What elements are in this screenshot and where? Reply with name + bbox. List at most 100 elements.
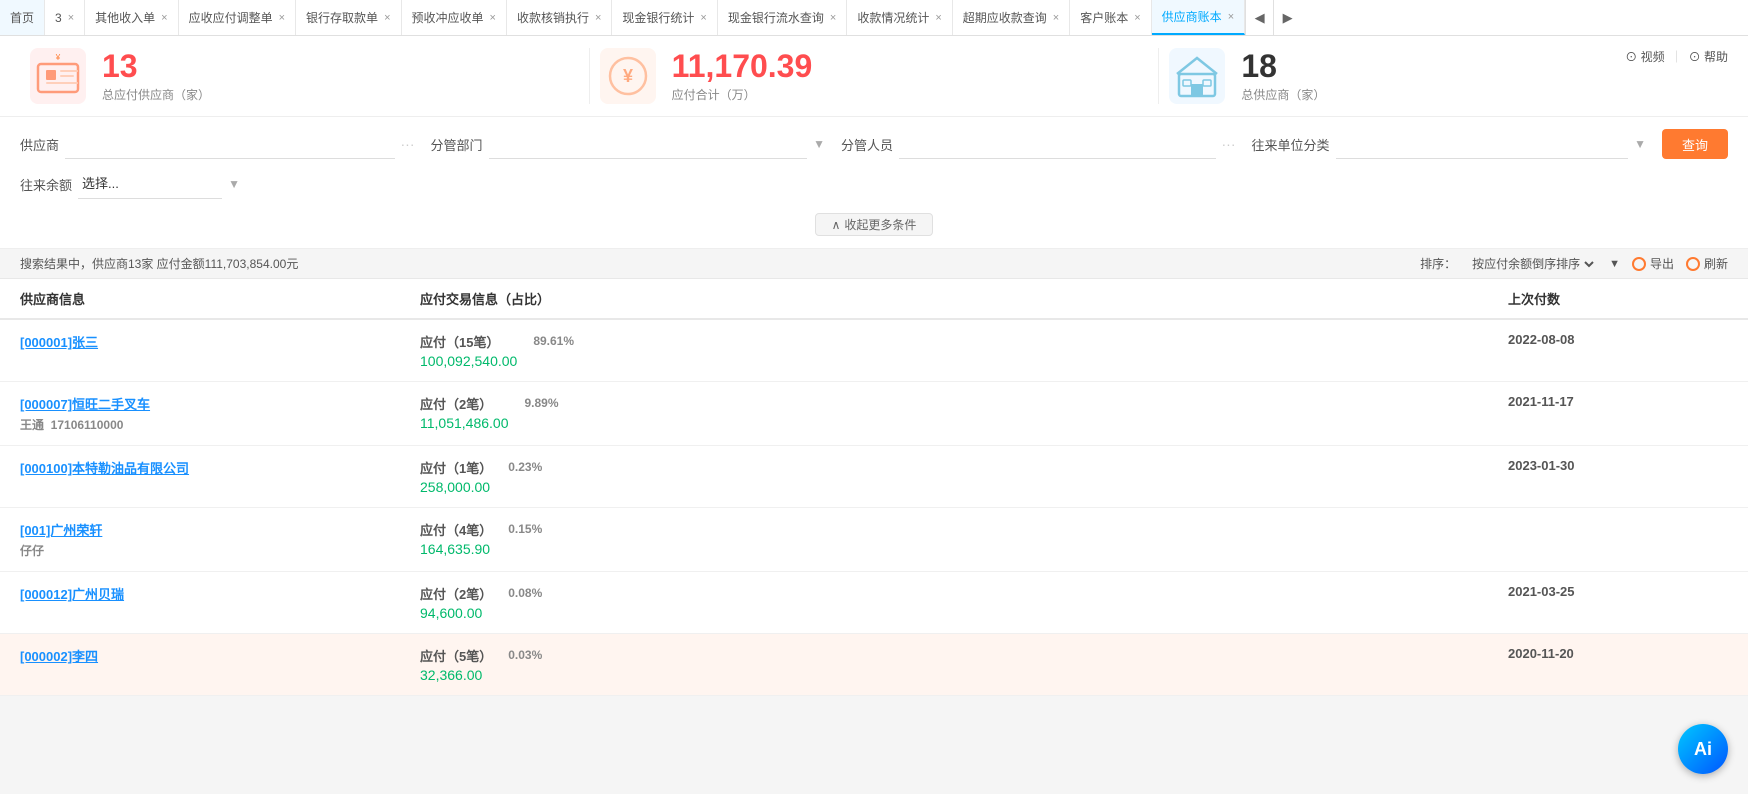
- top-right-links: ⊙ 视频 ｜ ⊙ 帮助: [1625, 48, 1728, 65]
- close-icon[interactable]: ×: [830, 12, 836, 24]
- tab-3[interactable]: 3 ×: [45, 0, 85, 35]
- close-icon[interactable]: ×: [595, 12, 601, 24]
- txn-pct: 0.03%: [508, 648, 542, 662]
- tab-other-income[interactable]: 其他收入单 ×: [85, 0, 178, 35]
- table-row[interactable]: [000007]恒旺二手叉车 王通 17106110000 应付（2笔） 11,…: [0, 382, 1748, 446]
- tab-cash-bank-stats[interactable]: 现金银行统计 ×: [612, 0, 717, 35]
- category-chevron-icon[interactable]: ▼: [1634, 137, 1646, 151]
- filter-row-2: 往来余额 选择... ▼: [20, 169, 240, 199]
- txn-label: 应付（15笔）: [420, 332, 517, 351]
- last-payment-date: 2021-03-25: [1508, 584, 1575, 599]
- txn-amount: 32,366.00: [420, 667, 492, 683]
- txn-label: 应付（1笔）: [420, 458, 492, 477]
- stats-bar: ¥ 13 总应付供应商（家） ¥ 11,170.39 应付合计（万）: [0, 36, 1748, 117]
- total-suppliers-label: 总供应商（家）: [1241, 86, 1325, 103]
- close-icon[interactable]: ×: [935, 12, 941, 24]
- category-input[interactable]: [1336, 129, 1629, 159]
- txn-label: 应付（2笔）: [420, 394, 509, 413]
- table-container: 供应商信息 应付交易信息（占比） 上次付数 [000001]张三 应付（15笔）…: [0, 279, 1748, 696]
- nav-right-arrow[interactable]: ▶: [1273, 0, 1301, 36]
- txn-label: 应付（4笔）: [420, 520, 492, 539]
- top-navigation: 首页 3 × 其他收入单 × 应收应付调整单 × 银行存取款单 × 预收冲应收单…: [0, 0, 1748, 36]
- close-icon[interactable]: ×: [68, 12, 74, 24]
- supplier-name[interactable]: [000012]广州贝瑞: [20, 584, 420, 603]
- supplier-input[interactable]: [65, 129, 394, 159]
- filter-person: 分管人员 ···: [841, 129, 1236, 159]
- supplier-name[interactable]: [001]广州荣轩: [20, 520, 420, 539]
- close-icon[interactable]: ×: [384, 12, 390, 24]
- person-input[interactable]: [899, 129, 1215, 159]
- filter-supplier: 供应商 ···: [20, 129, 415, 159]
- table-row[interactable]: [000012]广州贝瑞 应付（2笔） 94,600.00 0.08% 2021…: [0, 572, 1748, 634]
- export-button[interactable]: 导出: [1632, 255, 1674, 272]
- collapse-bar: ∧ 收起更多条件: [20, 209, 1728, 240]
- filter-row-1: 供应商 ··· 分管部门 ▼ 分管人员 ··· 往来单位分类 ▼ 查询: [20, 129, 1728, 159]
- sort-select[interactable]: 按应付余额倒序排序: [1468, 256, 1597, 272]
- tab-ar-ap-adjust[interactable]: 应收应付调整单 ×: [179, 0, 296, 35]
- refresh-button[interactable]: 刷新: [1686, 255, 1728, 272]
- payable-suppliers-label: 总应付供应商（家）: [102, 86, 210, 103]
- export-radio-icon: [1632, 257, 1646, 271]
- filter-balance: 往来余额 选择... ▼: [20, 169, 240, 199]
- supplier-dots[interactable]: ···: [401, 136, 415, 152]
- tab-supplier-ledger[interactable]: 供应商账本 ×: [1152, 0, 1245, 35]
- tab-cash-bank-flow[interactable]: 现金银行流水查询 ×: [718, 0, 847, 35]
- tab-prepayment[interactable]: 预收冲应收单 ×: [402, 0, 507, 35]
- help-link[interactable]: ⊙ 帮助: [1689, 48, 1728, 65]
- collapse-icon: ∧: [832, 218, 841, 232]
- supplier-name[interactable]: [000001]张三: [20, 332, 420, 351]
- txn-amount: 94,600.00: [420, 605, 492, 621]
- col-header-supplier: 供应商信息: [20, 289, 420, 308]
- collapse-button[interactable]: ∧ 收起更多条件: [815, 213, 934, 236]
- txn-pct: 9.89%: [525, 396, 559, 410]
- sort-chevron-icon[interactable]: ▼: [1609, 258, 1620, 270]
- last-payment-date: 2023-01-30: [1508, 458, 1575, 473]
- tab-overdue-ar[interactable]: 超期应收款查询 ×: [953, 0, 1070, 35]
- close-icon[interactable]: ×: [161, 12, 167, 24]
- tab-bank-deposit[interactable]: 银行存取款单 ×: [296, 0, 401, 35]
- txn-pct: 89.61%: [533, 334, 574, 348]
- txn-pct: 0.15%: [508, 522, 542, 536]
- result-summary: 搜索结果中，供应商13家 应付金额111,703,854.00元: [20, 255, 298, 272]
- txn-amount: 100,092,540.00: [420, 353, 517, 369]
- supplier-contact: 王通 17106110000: [20, 416, 420, 433]
- payable-suppliers-count: 13: [102, 50, 210, 82]
- table-row[interactable]: [000001]张三 应付（15笔） 100,092,540.00 89.61%…: [0, 320, 1748, 382]
- balance-label: 往来余额: [20, 175, 72, 194]
- tab-home[interactable]: 首页: [0, 0, 45, 35]
- supplier-icon: ¥: [30, 48, 86, 104]
- stat-payable-suppliers: ¥ 13 总应付供应商（家）: [20, 48, 590, 104]
- close-icon[interactable]: ×: [1134, 12, 1140, 24]
- payable-amount-label: 应付合计（万）: [672, 86, 813, 103]
- txn-amount: 258,000.00: [420, 479, 492, 495]
- balance-chevron-icon[interactable]: ▼: [228, 177, 240, 191]
- payable-amount: 11,170.39: [672, 50, 813, 82]
- query-button[interactable]: 查询: [1662, 129, 1728, 159]
- table-row[interactable]: [000002]李四 应付（5笔） 32,366.00 0.03% 2020-1…: [0, 634, 1748, 696]
- department-input[interactable]: [489, 129, 808, 159]
- supplier-name[interactable]: [000002]李四: [20, 646, 420, 665]
- department-chevron-icon[interactable]: ▼: [813, 137, 825, 151]
- person-dots[interactable]: ···: [1222, 136, 1236, 152]
- balance-select[interactable]: 选择...: [78, 169, 222, 199]
- ai-button[interactable]: Ai: [1678, 724, 1728, 774]
- close-icon[interactable]: ×: [1228, 11, 1234, 23]
- supplier-label: 供应商: [20, 135, 59, 154]
- supplier-name[interactable]: [000007]恒旺二手叉车: [20, 394, 420, 413]
- close-icon[interactable]: ×: [1053, 12, 1059, 24]
- tab-collection-stats[interactable]: 收款情况统计 ×: [847, 0, 952, 35]
- table-row[interactable]: [000100]本特勒油品有限公司 应付（1笔） 258,000.00 0.23…: [0, 446, 1748, 508]
- video-link[interactable]: ⊙ 视频: [1625, 48, 1664, 65]
- result-bar-right: 排序： 按应付余额倒序排序 ▼ 导出 刷新: [1420, 255, 1728, 272]
- last-payment-date: 2020-11-20: [1508, 646, 1574, 661]
- nav-left-arrow[interactable]: ◀: [1245, 0, 1273, 36]
- close-icon[interactable]: ×: [700, 12, 706, 24]
- category-label: 往来单位分类: [1252, 135, 1330, 154]
- supplier-name[interactable]: [000100]本特勒油品有限公司: [20, 458, 420, 477]
- tab-customer-ledger[interactable]: 客户账本 ×: [1070, 0, 1151, 35]
- tab-collection[interactable]: 收款核销执行 ×: [507, 0, 612, 35]
- table-row[interactable]: [001]广州荣轩 仔仔 应付（4笔） 164,635.90 0.15%: [0, 508, 1748, 572]
- filter-department: 分管部门 ▼: [431, 129, 826, 159]
- close-icon[interactable]: ×: [490, 12, 496, 24]
- close-icon[interactable]: ×: [279, 12, 285, 24]
